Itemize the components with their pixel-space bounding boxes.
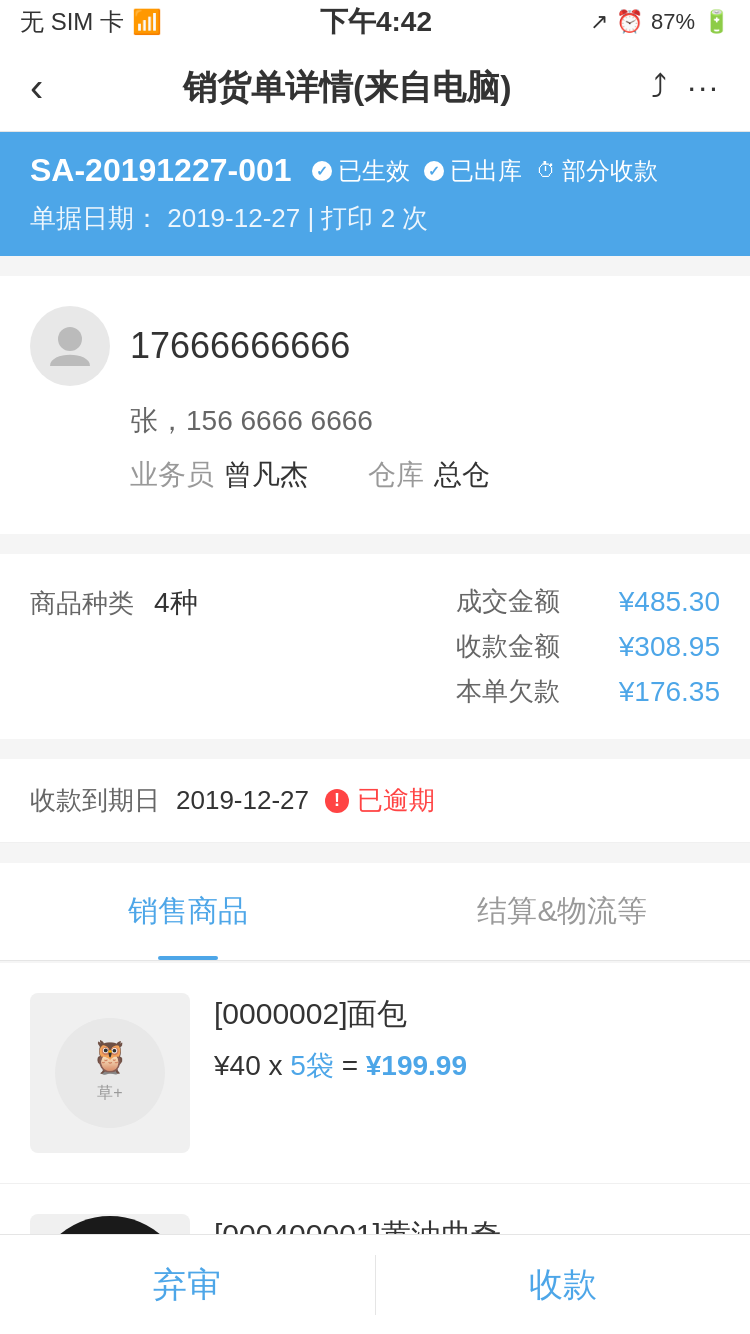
amount-label: 成交金额 [456,584,560,619]
bread-total: ¥199.99 [366,1050,467,1081]
product-image-bread: 🦉 草+ [30,993,190,1153]
sales-label: 业务员 [130,456,214,494]
owed-label: 本单欠款 [456,674,560,709]
status-badge-partial: ⏱ 部分收款 [536,155,658,187]
date-label: 单据日期： [30,203,160,233]
stats-section: 商品种类 4种 成交金额 ¥485.30 收款金额 ¥308.95 本单欠款 ¥… [0,554,750,739]
nav-bar: ‹ 销货单详情(来自电脑) ⤴ ··· [0,44,750,132]
product-price-bread: ¥40 x 5袋 = ¥199.99 [214,1047,720,1085]
product-item-bread: 🦉 草+ [0000002]面包 ¥40 x 5袋 = ¥199.99 [0,963,750,1184]
sales-info: 业务员 曾凡杰 [130,456,308,494]
wifi-icon: 📶 [132,8,162,36]
overdue-badge: ! 已逾期 [325,783,435,818]
received-label: 收款金额 [456,629,560,664]
print-suffix: 次 [402,203,428,233]
status-left: 无 SIM 卡 📶 [20,6,162,38]
customer-phone: 张，156 6666 6666 [130,402,720,440]
bread-eq: = [342,1050,366,1081]
date-value: 2019-12-27 [167,203,300,233]
print-count: 2 [381,203,395,233]
page-title: 销货单详情(来自电脑) [183,65,512,111]
clock-icon: ⏱ [536,159,556,182]
status-label-2: 已出库 [450,155,522,187]
stats-left: 商品种类 4种 [30,584,375,622]
carrier-text: 无 SIM 卡 [20,6,124,38]
amount-value: ¥485.30 [580,586,720,618]
location-icon: ↗ [590,9,608,35]
battery-icon: 🔋 [703,9,730,35]
overdue-label: 已逾期 [357,783,435,818]
status-bar: 无 SIM 卡 📶 下午4:42 ↗ ⏰ 87% 🔋 [0,0,750,44]
battery-text: 87% [651,9,695,35]
more-button[interactable]: ··· [687,69,720,106]
header-date: 单据日期： 2019-12-27 | 打印 2 次 [30,201,720,236]
confirm-button[interactable]: 收款 [376,1242,751,1328]
customer-id: 17666666666 [130,325,350,367]
sales-name: 曾凡杰 [224,456,308,494]
warehouse-label: 仓库 [368,456,424,494]
tabs: 销售商品 结算&物流等 [0,863,750,961]
cancel-button[interactable]: 弃审 [0,1242,375,1328]
warehouse-info: 仓库 总仓 [368,456,490,494]
status-time: 下午4:42 [320,3,432,41]
amount-row: 成交金额 ¥485.30 [456,584,720,619]
customer-info: 张，156 6666 6666 业务员 曾凡杰 仓库 总仓 [30,402,720,494]
product-name-bread: [0000002]面包 [214,993,720,1035]
owed-row: 本单欠款 ¥176.35 [456,674,720,709]
svg-text:🦉: 🦉 [90,1038,130,1076]
warehouse-name: 总仓 [434,456,490,494]
print-separator: | 打印 [307,203,373,233]
overdue-icon: ! [325,789,349,813]
svg-point-0 [58,327,82,351]
stats-right: 成交金额 ¥485.30 收款金额 ¥308.95 本单欠款 ¥176.35 [375,584,720,709]
nav-right: ⤴ ··· [651,69,720,106]
customer-top: 17666666666 [30,306,720,386]
due-label: 收款到期日 [30,783,160,818]
due-section: 收款到期日 2019-12-27 ! 已逾期 [0,759,750,843]
share-button[interactable]: ⤴ [651,69,667,106]
alarm-icon: ⏰ [616,9,643,35]
type-label: 商品种类 [30,586,134,621]
received-value: ¥308.95 [580,631,720,663]
due-date-value: 2019-12-27 [176,785,309,816]
tab-products-label: 销售商品 [128,894,248,927]
tab-settlement[interactable]: 结算&物流等 [375,863,750,960]
product-info-bread: [0000002]面包 ¥40 x 5袋 = ¥199.99 [214,993,720,1085]
tab-products[interactable]: 销售商品 [0,863,375,960]
status-badge-effective: ✓ 已生效 [312,155,410,187]
tab-settlement-label: 结算&物流等 [477,894,647,927]
bread-x: x [269,1050,291,1081]
received-row: 收款金额 ¥308.95 [456,629,720,664]
status-label-3: 部分收款 [562,155,658,187]
bread-qty: 5袋 [290,1050,334,1081]
nav-left: ‹ [30,65,43,110]
header-top: SA-20191227-001 ✓ 已生效 ✓ 已出库 ⏱ 部分收款 [30,152,720,189]
order-id: SA-20191227-001 [30,152,292,189]
check-icon-2: ✓ [424,161,444,181]
status-badges: ✓ 已生效 ✓ 已出库 ⏱ 部分收款 [312,155,658,187]
owed-value: ¥176.35 [580,676,720,708]
bottom-bar: 弃审 收款 [0,1234,750,1334]
customer-section: 17666666666 张，156 6666 6666 业务员 曾凡杰 仓库 总… [0,276,750,534]
bread-price: ¥40 [214,1050,261,1081]
avatar [30,306,110,386]
status-label-1: 已生效 [338,155,410,187]
check-icon-1: ✓ [312,161,332,181]
svg-text:草+: 草+ [97,1084,122,1101]
customer-meta: 业务员 曾凡杰 仓库 总仓 [130,456,720,494]
back-button[interactable]: ‹ [30,65,43,110]
status-right: ↗ ⏰ 87% 🔋 [590,9,730,35]
header-banner: SA-20191227-001 ✓ 已生效 ✓ 已出库 ⏱ 部分收款 单据日期：… [0,132,750,256]
type-value: 4种 [154,584,198,622]
status-badge-shipped: ✓ 已出库 [424,155,522,187]
